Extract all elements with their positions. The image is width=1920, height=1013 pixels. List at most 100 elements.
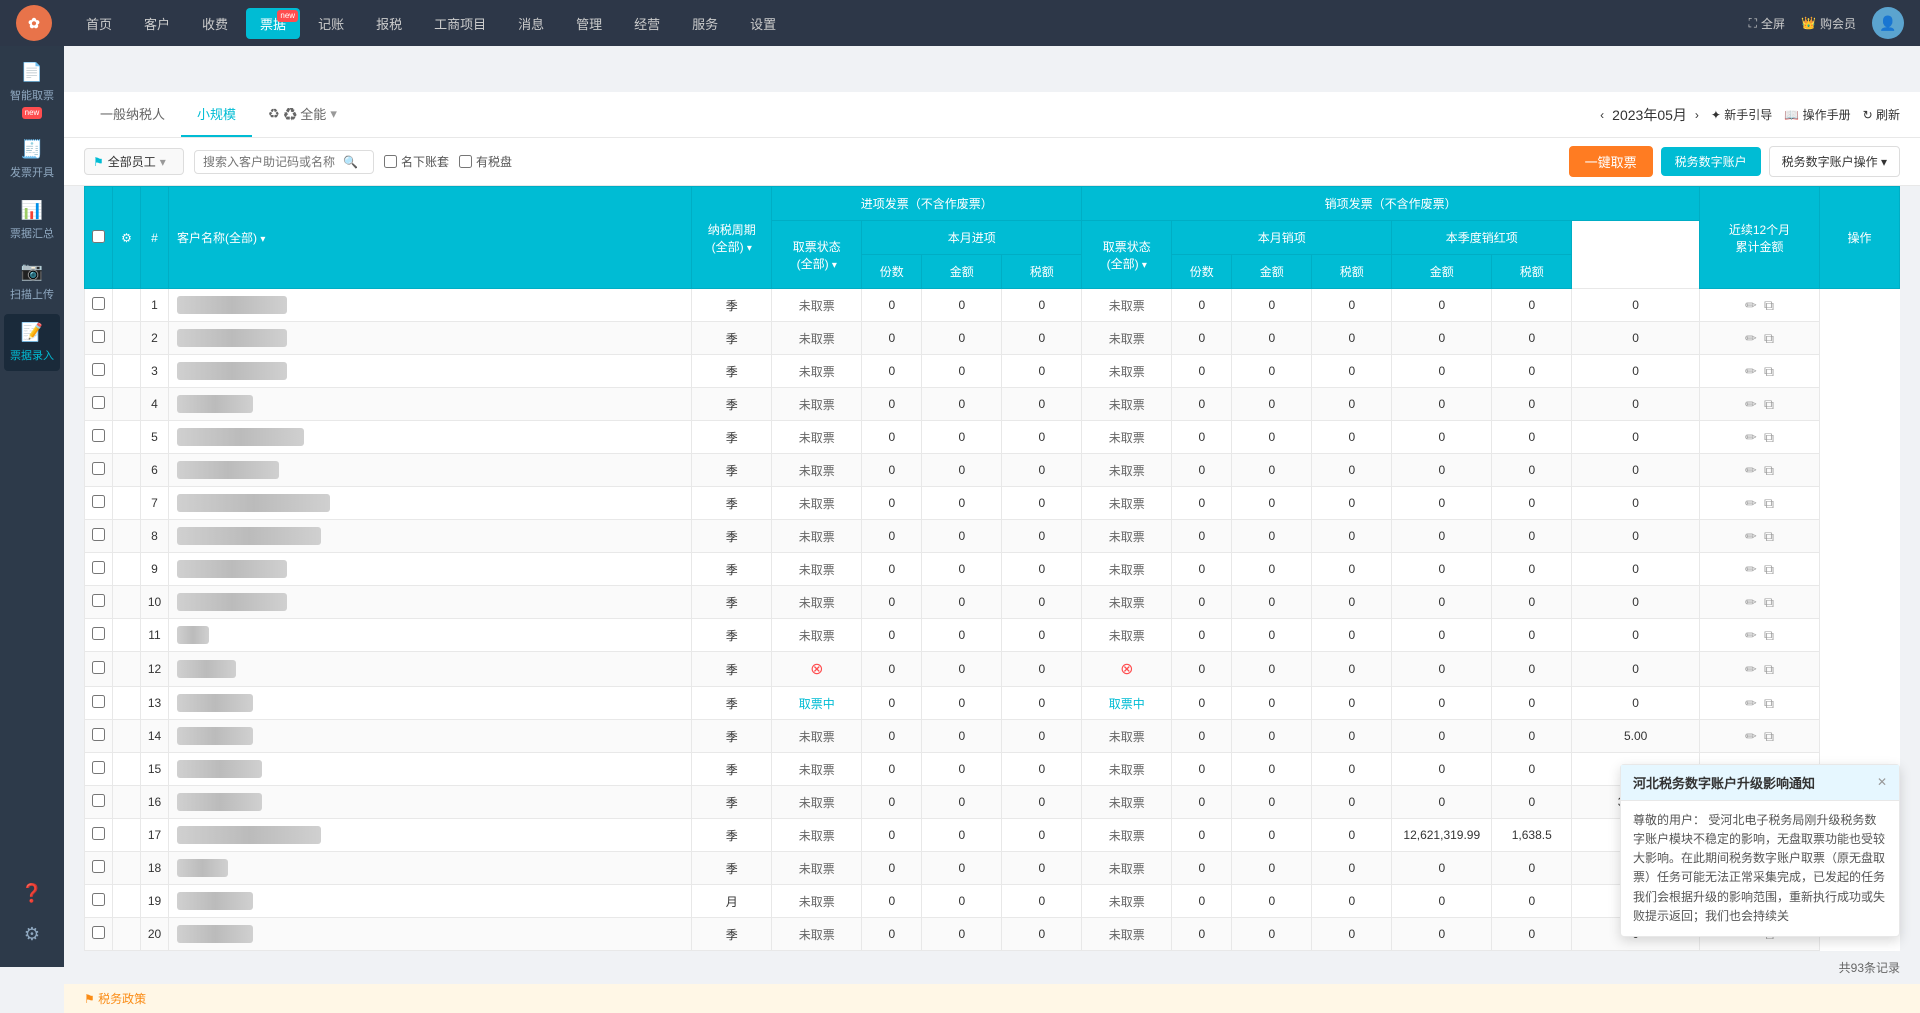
in-tax-cell: 0 (1002, 355, 1082, 388)
row-checkbox[interactable] (92, 495, 105, 508)
row-checkbox[interactable] (92, 761, 105, 774)
nav-settings[interactable]: 设置 (736, 8, 790, 39)
edit-icon[interactable]: ✏ (1745, 728, 1757, 744)
nav-business[interactable]: 工商项目 (420, 8, 500, 39)
nav-accounting[interactable]: 记账 (304, 8, 358, 39)
has-tax-checkbox[interactable]: 有税盘 (459, 153, 512, 170)
copy-icon[interactable]: ⧉ (1764, 429, 1774, 445)
out-count-cell: 0 (1172, 852, 1232, 885)
nav-operations[interactable]: 经营 (620, 8, 674, 39)
notification-close-btn[interactable]: ✕ (1877, 775, 1887, 789)
one-key-invoice-btn[interactable]: 一键取票 (1569, 146, 1653, 177)
sidebar-settings-icon[interactable]: ⚙ (18, 918, 46, 951)
nav-management[interactable]: 管理 (562, 8, 616, 39)
employee-select[interactable]: ⚑ 全部员工 ▾ (84, 148, 184, 175)
edit-icon[interactable]: ✏ (1745, 330, 1757, 346)
copy-icon[interactable]: ⧉ (1764, 561, 1774, 577)
edit-icon[interactable]: ✏ (1745, 627, 1757, 643)
nav-tax[interactable]: 报税 (362, 8, 416, 39)
client-name-header[interactable]: 客户名称(全部) ▾ (169, 187, 692, 289)
sidebar-item-invoice-summary[interactable]: 📊 票据汇总 (4, 192, 60, 249)
edit-icon[interactable]: ✏ (1745, 561, 1757, 577)
copy-icon[interactable]: ⧉ (1764, 363, 1774, 379)
copy-icon[interactable]: ⧉ (1764, 462, 1774, 478)
sidebar-item-label: 票据录入 (10, 347, 54, 363)
nav-receipts[interactable]: 收费 (188, 8, 242, 39)
nav-services[interactable]: 服务 (678, 8, 732, 39)
edit-icon[interactable]: ✏ (1745, 462, 1757, 478)
edit-icon[interactable]: ✏ (1745, 495, 1757, 511)
copy-icon[interactable]: ⧉ (1764, 528, 1774, 544)
edit-icon[interactable]: ✏ (1745, 297, 1757, 313)
tax-period-header[interactable]: 纳税周期(全部) ▾ (692, 187, 772, 289)
fullscreen-btn[interactable]: ⛶ 全屏 (1749, 15, 1785, 32)
next-month-btn[interactable]: › (1695, 108, 1699, 122)
in-amount-cell: 0 (922, 586, 1002, 619)
client-name-cell: ████████ (169, 918, 692, 951)
tab-all[interactable]: ♻ ♻ 全能 ▾ (252, 92, 353, 137)
row-checkbox[interactable] (92, 363, 105, 376)
copy-icon[interactable]: ⧉ (1764, 728, 1774, 744)
row-checkbox[interactable] (92, 561, 105, 574)
row-checkbox[interactable] (92, 728, 105, 741)
row-checkbox[interactable] (92, 462, 105, 475)
row-checkbox[interactable] (92, 695, 105, 708)
in-fetch-status-header[interactable]: 取票状态(全部) ▾ (772, 221, 862, 289)
nav-invoices[interactable]: 票据 new (246, 8, 300, 39)
row-checkbox[interactable] (92, 396, 105, 409)
row-checkbox[interactable] (92, 794, 105, 807)
edit-icon[interactable]: ✏ (1745, 429, 1757, 445)
out-amount-cell: 0 (1232, 786, 1312, 819)
in-status-cell: 未取票 (772, 852, 862, 885)
copy-icon[interactable]: ⧉ (1764, 330, 1774, 346)
nav-messages[interactable]: 消息 (504, 8, 558, 39)
search-input[interactable] (203, 155, 343, 169)
vip-btn[interactable]: 👑 购会员 (1801, 15, 1856, 32)
sidebar-help-icon[interactable]: ❓ (15, 877, 49, 910)
row-checkbox[interactable] (92, 528, 105, 541)
sidebar-item-invoice-entry[interactable]: 📝 票据录入 (4, 314, 60, 371)
row-checkbox[interactable] (92, 429, 105, 442)
edit-icon[interactable]: ✏ (1745, 396, 1757, 412)
tax-policy-bar[interactable]: ⚑ 税务政策 (64, 984, 1920, 1013)
tax-digital-account-op-btn[interactable]: 税务数字账户操作 ▾ (1769, 146, 1900, 177)
row-checkbox[interactable] (92, 627, 105, 640)
row-checkbox[interactable] (92, 330, 105, 343)
row-checkbox[interactable] (92, 661, 105, 674)
copy-icon[interactable]: ⧉ (1764, 695, 1774, 711)
sidebar-item-issue-invoice[interactable]: 🧾 发票开具 (4, 131, 60, 188)
row-checkbox[interactable] (92, 594, 105, 607)
new-guide-btn[interactable]: ✦ 新手引导 (1711, 106, 1772, 123)
row-checkbox[interactable] (92, 297, 105, 310)
edit-icon[interactable]: ✏ (1745, 594, 1757, 610)
nav-customers[interactable]: 客户 (130, 8, 184, 39)
out-fetch-status-header[interactable]: 取票状态(全部) ▾ (1082, 221, 1172, 289)
tab-small[interactable]: 小规模 (181, 92, 252, 137)
tax-digital-account-btn[interactable]: 税务数字账户 (1661, 147, 1761, 176)
sidebar-item-scan-upload[interactable]: 📷 扫描上传 (4, 253, 60, 310)
row-checkbox[interactable] (92, 926, 105, 939)
search-icon[interactable]: 🔍 (343, 155, 358, 169)
select-all-checkbox[interactable] (92, 230, 105, 243)
copy-icon[interactable]: ⧉ (1764, 594, 1774, 610)
edit-icon[interactable]: ✏ (1745, 695, 1757, 711)
row-checkbox[interactable] (92, 827, 105, 840)
sub-ledger-checkbox[interactable]: 名下账套 (384, 153, 449, 170)
user-avatar[interactable]: 👤 (1872, 7, 1904, 39)
copy-icon[interactable]: ⧉ (1764, 661, 1774, 677)
tab-general[interactable]: 一般纳税人 (84, 92, 181, 137)
nav-home[interactable]: 首页 (72, 8, 126, 39)
row-checkbox[interactable] (92, 893, 105, 906)
sidebar-item-smart-invoice[interactable]: 📄 智能取票 new (4, 54, 60, 127)
copy-icon[interactable]: ⧉ (1764, 396, 1774, 412)
refresh-btn[interactable]: ↻ 刷新 (1863, 106, 1900, 123)
copy-icon[interactable]: ⧉ (1764, 627, 1774, 643)
copy-icon[interactable]: ⧉ (1764, 297, 1774, 313)
edit-icon[interactable]: ✏ (1745, 363, 1757, 379)
manual-btn[interactable]: 📖 操作手册 (1784, 106, 1850, 123)
edit-icon[interactable]: ✏ (1745, 528, 1757, 544)
prev-month-btn[interactable]: ‹ (1600, 108, 1604, 122)
copy-icon[interactable]: ⧉ (1764, 495, 1774, 511)
row-checkbox[interactable] (92, 860, 105, 873)
edit-icon[interactable]: ✏ (1745, 661, 1757, 677)
